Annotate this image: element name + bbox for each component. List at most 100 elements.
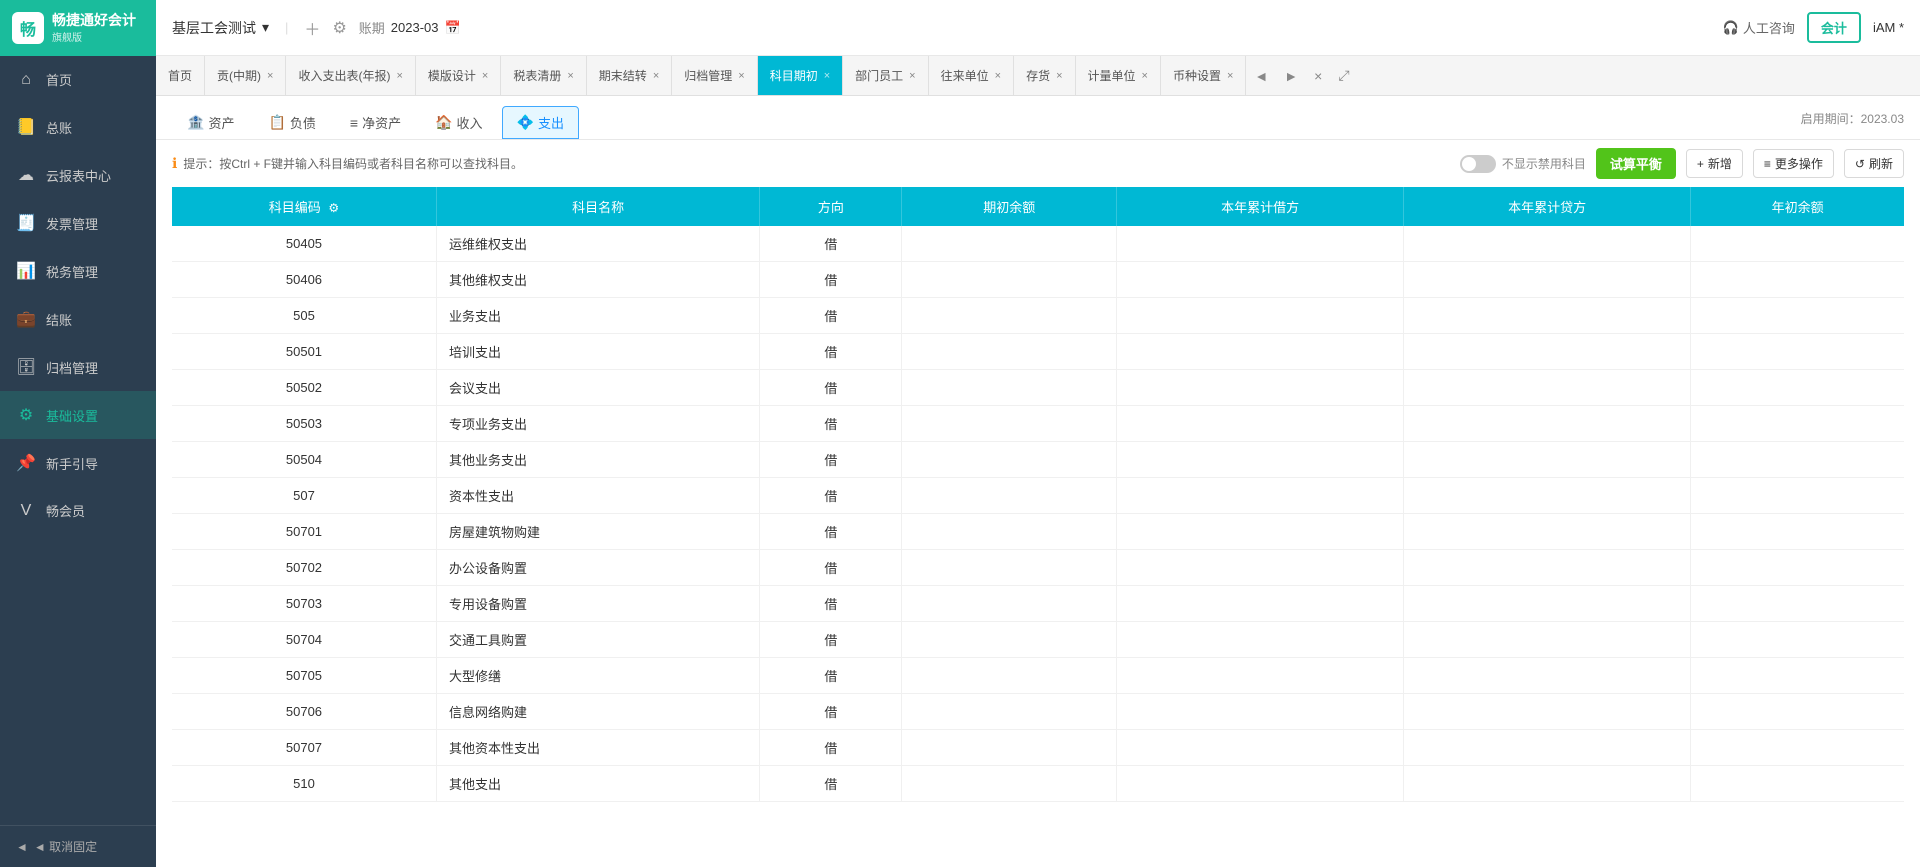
tab-close-icon[interactable]: × [1227,70,1233,82]
cell-direction: 借 [760,226,902,262]
col-settings-icon[interactable]: ⚙ [328,201,339,215]
table-row[interactable]: 50503 专项业务支出 借 [172,406,1904,442]
cell-ytd-credit [1404,298,1691,334]
tab-nav-left-btn[interactable]: ◄ [1246,68,1276,84]
table-row[interactable]: 50705 大型修缮 借 [172,658,1904,694]
tab-首页[interactable]: 首页 [156,56,205,96]
sidebar-label-归档管理: 归档管理 [46,358,98,377]
tab-归档管理[interactable]: 归档管理× [672,56,757,96]
tab-close-icon[interactable]: × [1142,70,1148,82]
sidebar-icon-首页: ⌂ [16,71,36,89]
help-btn[interactable]: 🎧 人工咨询 [1723,18,1795,37]
col-period-balance: 期初余额 [902,187,1117,226]
toggle-switch-control[interactable] [1460,155,1496,173]
sidebar-item-基础设置[interactable]: ⚙ 基础设置 [0,391,156,439]
cell-ytd-debit [1117,406,1404,442]
org-dropdown-icon: ▾ [262,19,269,36]
toggle-disabled-accounts[interactable]: 不显示禁用科目 [1460,155,1586,173]
sidebar-item-发票管理[interactable]: 🧾 发票管理 [0,199,156,247]
cell-ytd-credit [1404,694,1691,730]
org-selector[interactable]: 基层工会测试 ▾ [172,18,269,38]
tab-模版设计[interactable]: 模版设计× [416,56,501,96]
tab-label: 币种设置 [1173,67,1221,84]
subtab-净资产[interactable]: ≡ 净资产 [335,106,416,139]
org-settings-btn[interactable]: ⚙ [332,18,346,38]
tab-贡(中期)[interactable]: 贡(中期)× [205,56,286,96]
tab-期末结转[interactable]: 期末结转× [587,56,672,96]
period-value: 2023-03 [391,20,439,35]
table-row[interactable]: 50405 运维维权支出 借 [172,226,1904,262]
cell-name: 办公设备购置 [436,550,759,586]
sidebar-item-结账[interactable]: 💼 结账 [0,295,156,343]
sidebar-item-首页[interactable]: ⌂ 首页 [0,56,156,103]
table-row[interactable]: 50502 会议支出 借 [172,370,1904,406]
sidebar-label-新手引导: 新手引导 [46,454,98,473]
tab-close-icon[interactable]: × [824,70,830,82]
cell-code: 510 [172,766,436,802]
table-row[interactable]: 50501 培训支出 借 [172,334,1904,370]
table-row[interactable]: 50706 信息网络购建 借 [172,694,1904,730]
table-row[interactable]: 510 其他支出 借 [172,766,1904,802]
add-btn[interactable]: + 新增 [1686,149,1743,178]
sidebar-item-云报表中心[interactable]: ☁ 云报表中心 [0,151,156,199]
tab-close-icon[interactable]: × [567,70,573,82]
subtab-负债[interactable]: 📋 负债 [253,106,330,139]
table-row[interactable]: 50702 办公设备购置 借 [172,550,1904,586]
tab-部门员工[interactable]: 部门员工× [843,56,928,96]
sidebar-item-畅会员[interactable]: V 畅会员 [0,487,156,534]
table-row[interactable]: 507 资本性支出 借 [172,478,1904,514]
tab-close-icon[interactable]: × [267,70,273,82]
tab-close-icon[interactable]: × [396,70,402,82]
tab-close-icon[interactable]: × [1056,70,1062,82]
calculate-btn[interactable]: 试算平衡 [1596,148,1676,179]
tab-close-icon[interactable]: × [909,70,915,82]
sidebar-item-新手引导[interactable]: 📌 新手引导 [0,439,156,487]
calendar-icon[interactable]: 📅 [445,20,461,36]
tab-close-icon[interactable]: × [653,70,659,82]
subtab-bar: 🏦 资产 📋 负债 ≡ 净资产 🏠 收入 💠 支出 启用期间：2023.03 [156,96,1920,140]
tab-close-icon[interactable]: × [738,70,744,82]
table-row[interactable]: 50703 专用设备购置 借 [172,586,1904,622]
tab-存货[interactable]: 存货× [1014,56,1075,96]
main-area: 基层工会测试 ▾ | ＋ ⚙ 账期 2023-03 📅 🎧 人工咨询 会计 iA… [156,0,1920,867]
tab-close-icon[interactable]: × [482,70,488,82]
table-body: 50405 运维维权支出 借 50406 其他维权支出 借 505 业务支出 借… [172,226,1904,802]
table-row[interactable]: 50701 房屋建筑物购建 借 [172,514,1904,550]
refresh-btn[interactable]: ↺ 刷新 [1844,149,1904,178]
tab-收入支出表(年报)[interactable]: 收入支出表(年报)× [286,56,415,96]
tab-label: 首页 [168,67,192,84]
cell-year-begin [1691,514,1904,550]
account-btn[interactable]: 会计 [1807,12,1861,43]
tab-币种设置[interactable]: 币种设置 × [1161,56,1246,96]
tab-计量单位[interactable]: 计量单位× [1076,56,1161,96]
cell-period-balance [902,694,1117,730]
tab-科目期初[interactable]: 科目期初× [758,56,843,96]
sidebar-footer-pin[interactable]: ◄ ◄ 取消固定 [0,825,156,867]
table-row[interactable]: 50707 其他资本性支出 借 [172,730,1904,766]
accounts-table-container: 科目编码 ⚙ 科目名称 方向 期初余额 本年累计借方 本年累计贷方 年初余额 5… [156,187,1920,867]
table-row[interactable]: 505 业务支出 借 [172,298,1904,334]
tab-nav-right-btn[interactable]: ► [1276,68,1306,84]
accounts-table: 科目编码 ⚙ 科目名称 方向 期初余额 本年累计借方 本年累计贷方 年初余额 5… [172,187,1904,802]
more-actions-btn[interactable]: ≡ 更多操作 [1753,149,1834,178]
tab-税表清册[interactable]: 税表清册× [501,56,586,96]
cell-period-balance [902,406,1117,442]
tab-expand-btn[interactable]: ⤢ [1330,67,1357,84]
subtab-支出[interactable]: 💠 支出 [502,106,579,139]
cell-direction: 借 [760,658,902,694]
cell-name: 专项业务支出 [436,406,759,442]
tab-close-icon[interactable]: × [995,70,1001,82]
table-row[interactable]: 50704 交通工具购置 借 [172,622,1904,658]
table-row[interactable]: 50504 其他业务支出 借 [172,442,1904,478]
sidebar-item-总账[interactable]: 📒 总账 [0,103,156,151]
cell-code: 507 [172,478,436,514]
table-row[interactable]: 50406 其他维权支出 借 [172,262,1904,298]
sidebar-item-税务管理[interactable]: 📊 税务管理 [0,247,156,295]
tab-往来单位[interactable]: 往来单位× [929,56,1014,96]
tab-close-all-btn[interactable]: × [1306,68,1330,84]
subtab-收入[interactable]: 🏠 收入 [420,106,497,139]
add-org-btn[interactable]: ＋ [304,16,320,40]
sidebar-item-归档管理[interactable]: 🗄 归档管理 [0,343,156,391]
subtab-资产[interactable]: 🏦 资产 [172,106,249,139]
sidebar-label-首页: 首页 [46,70,72,89]
